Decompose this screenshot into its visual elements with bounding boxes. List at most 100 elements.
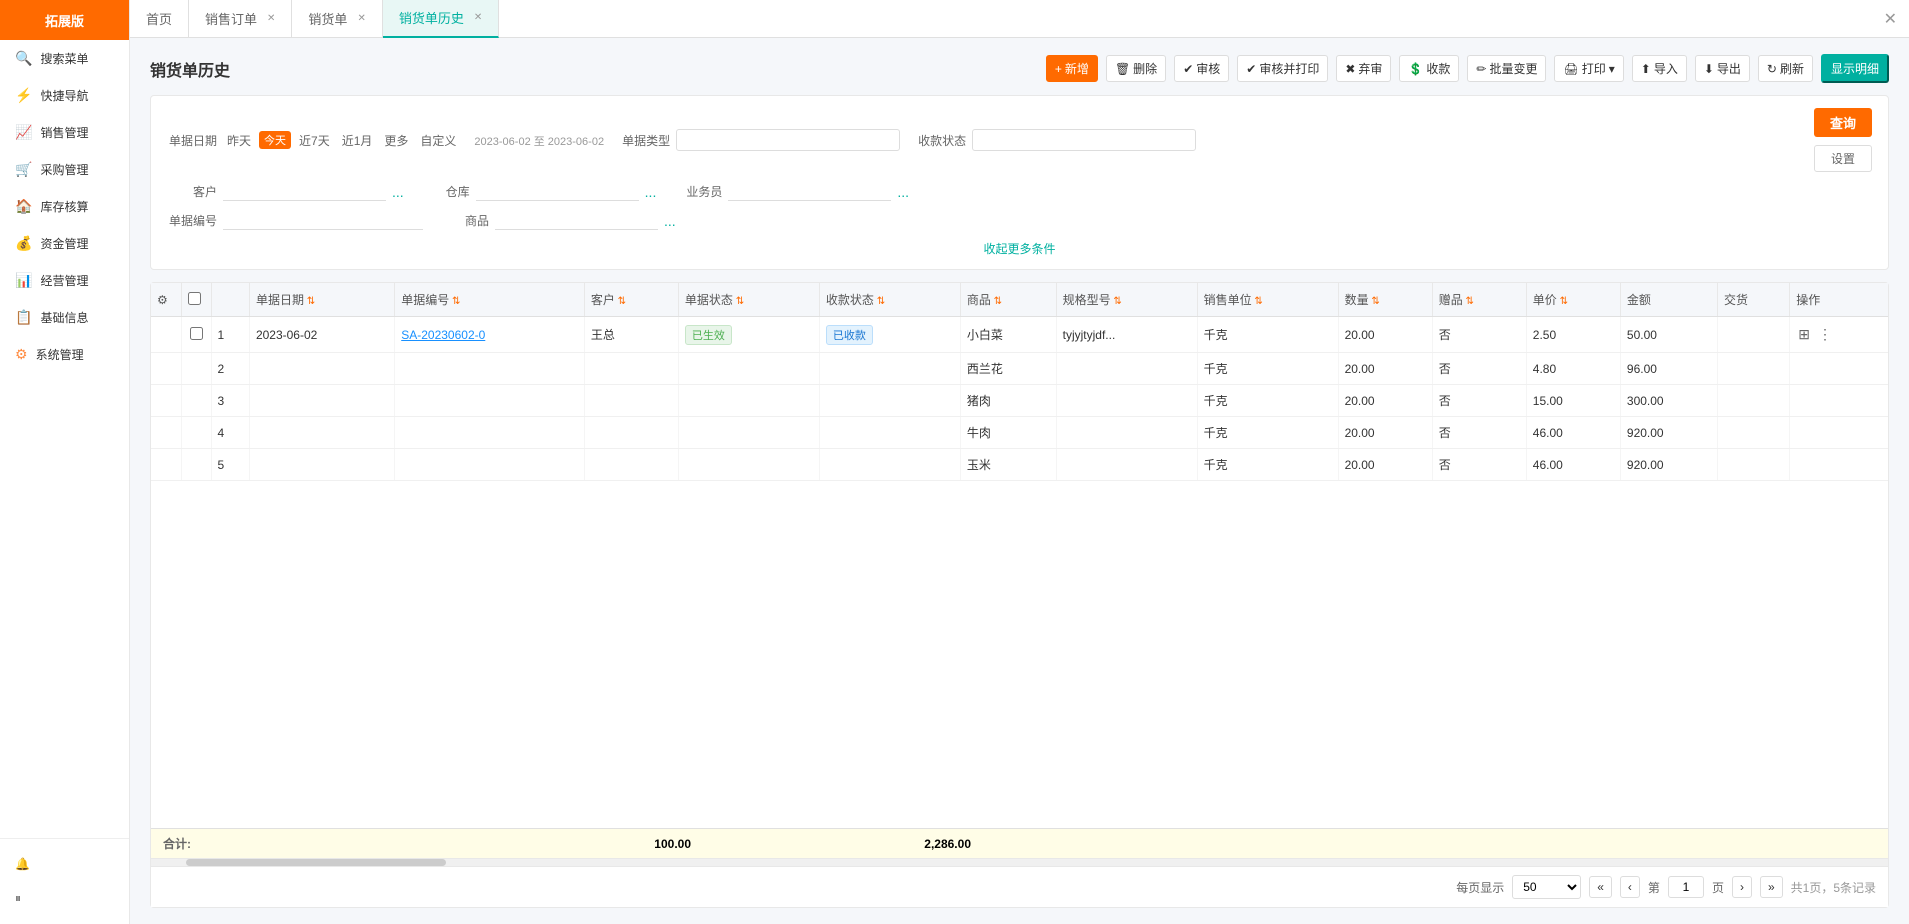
col-spec[interactable]: 规格型号: [1056, 283, 1197, 317]
row-doc-no[interactable]: SA-20230602-0: [395, 317, 585, 353]
col-qty[interactable]: 数量: [1338, 283, 1432, 317]
col-amount: 金额: [1620, 283, 1717, 317]
col-doc-no[interactable]: 单据编号: [395, 283, 585, 317]
total-info: 共1页，5条记录: [1791, 879, 1876, 896]
sidebar: 拓展版 🔍 搜索菜单 ⚡ 快捷导航 📈 销售管理 🛒 采购管理 🏠 库存核算 💰…: [0, 0, 130, 924]
collect-status-select[interactable]: [972, 129, 1196, 151]
row-doc-no[interactable]: [395, 353, 585, 385]
customer-ellipsis[interactable]: ...: [392, 184, 404, 200]
row-doc-date: [249, 385, 394, 417]
sidebar-item-search-menu[interactable]: 🔍 搜索菜单: [0, 40, 129, 77]
customer-input[interactable]: [223, 182, 386, 201]
tab-sales-history[interactable]: 销货单历史 ✕: [383, 0, 499, 38]
col-gift[interactable]: 赠品: [1432, 283, 1526, 317]
select-all-checkbox[interactable]: [188, 292, 201, 305]
export-button[interactable]: ⬇ 导出: [1695, 55, 1750, 82]
add-label: 新增: [1065, 60, 1089, 77]
page-label: 第: [1648, 879, 1660, 896]
import-button[interactable]: ⬆ 导入: [1632, 55, 1687, 82]
audit-print-button[interactable]: ✔ 审核并打印: [1237, 55, 1328, 82]
doc-type-select[interactable]: [676, 129, 900, 151]
sidebar-item-purchase-mgmt[interactable]: 🛒 采购管理: [0, 151, 129, 188]
close-sales-history-icon[interactable]: ✕: [474, 12, 482, 23]
col-doc-date[interactable]: 单据日期: [249, 283, 394, 317]
delete-button[interactable]: 🗑 删除: [1106, 55, 1166, 82]
doc-no-label: 单据编号: [167, 212, 217, 229]
tab-sales-goods[interactable]: 销货单 ✕: [292, 0, 382, 38]
sidebar-item-inventory[interactable]: 🏠 库存核算: [0, 188, 129, 225]
sidebar-item-quick-nav[interactable]: ⚡ 快捷导航: [0, 77, 129, 114]
next-page-btn[interactable]: ›: [1732, 876, 1752, 898]
col-unit[interactable]: 销售单位: [1197, 283, 1338, 317]
audit-button[interactable]: ✔ 审核: [1174, 55, 1229, 82]
print-button[interactable]: 🖨 打印 ▾: [1554, 55, 1623, 82]
date-yesterday[interactable]: 昨天: [223, 131, 255, 150]
collapse-btn[interactable]: 收起更多条件: [983, 242, 1055, 256]
display-detail-button[interactable]: 显示明细: [1821, 54, 1889, 83]
row-doc-status: [678, 353, 819, 385]
delete-icon: 🗑: [1115, 62, 1130, 76]
row-qty: 20.00: [1338, 385, 1432, 417]
row-doc-no[interactable]: [395, 449, 585, 481]
sidebar-item-finance[interactable]: 💰 资金管理: [0, 225, 129, 262]
sidebar-item-basic-info[interactable]: 📋 基础信息: [0, 299, 129, 336]
goods-ellipsis[interactable]: ...: [664, 213, 676, 229]
tab-sales-order[interactable]: 销售订单 ✕: [189, 0, 292, 38]
page-size-select[interactable]: 50 20 100: [1512, 875, 1581, 899]
sidebar-item-sales-mgmt[interactable]: 📈 销售管理: [0, 114, 129, 151]
doc-no-input[interactable]: [223, 211, 423, 230]
salesperson-ellipsis[interactable]: ...: [897, 184, 909, 200]
sidebar-item-operations[interactable]: 📊 经营管理: [0, 262, 129, 299]
goods-input[interactable]: [495, 211, 658, 230]
row-goods: 小白菜: [960, 317, 1056, 353]
abandon-button[interactable]: ✖ 弃审: [1336, 55, 1391, 82]
row-checkbox[interactable]: [190, 327, 203, 340]
setting-button[interactable]: 设置: [1814, 145, 1872, 172]
action-more-btn[interactable]: ⋮: [1816, 324, 1834, 345]
tab-home[interactable]: 首页: [130, 0, 189, 38]
batch-icon: ✏: [1476, 62, 1486, 76]
sidebar-bottom-pause[interactable]: ⏸: [0, 881, 129, 916]
sidebar-label-purchase: 采购管理: [40, 161, 88, 178]
close-sales-goods-icon[interactable]: ✕: [357, 13, 365, 24]
close-all-tabs-button[interactable]: ✕: [1872, 9, 1909, 29]
close-sales-order-icon[interactable]: ✕: [267, 13, 275, 24]
page-suffix: 页: [1712, 879, 1724, 896]
import-label: 导入: [1654, 60, 1678, 77]
date-more[interactable]: 更多: [380, 131, 412, 150]
sidebar-bottom-notify[interactable]: 🔔: [0, 847, 129, 881]
row-doc-no[interactable]: [395, 417, 585, 449]
refresh-button[interactable]: ↻ 刷新: [1758, 55, 1813, 82]
gear-icon: ⚙: [15, 346, 28, 363]
col-customer[interactable]: 客户: [584, 283, 678, 317]
row-transaction: [1717, 317, 1789, 353]
horizontal-scrollbar[interactable]: [151, 858, 1888, 866]
row-doc-no[interactable]: [395, 385, 585, 417]
warehouse-ellipsis[interactable]: ...: [645, 184, 657, 200]
col-checkbox[interactable]: [181, 283, 211, 317]
date-7days[interactable]: 近7天: [295, 131, 334, 150]
salesperson-filter: 业务员 ...: [672, 182, 909, 201]
collect-button[interactable]: 💲 收款: [1399, 55, 1459, 82]
action-edit-btn[interactable]: ⊞: [1796, 324, 1812, 345]
first-page-btn[interactable]: «: [1589, 876, 1612, 898]
scrollbar-thumb[interactable]: [186, 859, 447, 866]
col-collect-status[interactable]: 收款状态: [819, 283, 960, 317]
current-page-input[interactable]: [1668, 876, 1704, 898]
warehouse-input[interactable]: [476, 182, 639, 201]
salesperson-input[interactable]: [728, 182, 891, 201]
col-settings[interactable]: ⚙: [151, 283, 181, 317]
date-1month[interactable]: 近1月: [338, 131, 377, 150]
col-goods[interactable]: 商品: [960, 283, 1056, 317]
add-button[interactable]: + 新增: [1046, 55, 1098, 82]
date-custom[interactable]: 自定义: [416, 131, 460, 150]
col-doc-status[interactable]: 单据状态: [678, 283, 819, 317]
col-price[interactable]: 单价: [1526, 283, 1620, 317]
last-page-btn[interactable]: »: [1760, 876, 1783, 898]
date-today[interactable]: 今天: [259, 131, 291, 149]
query-button[interactable]: 查询: [1814, 108, 1872, 137]
batch-change-button[interactable]: ✏ 批量变更: [1467, 55, 1546, 82]
sidebar-item-system-mgmt[interactable]: ⚙ 系统管理: [0, 336, 129, 373]
prev-page-btn[interactable]: ‹: [1620, 876, 1640, 898]
doc-no-link[interactable]: SA-20230602-0: [401, 328, 485, 342]
